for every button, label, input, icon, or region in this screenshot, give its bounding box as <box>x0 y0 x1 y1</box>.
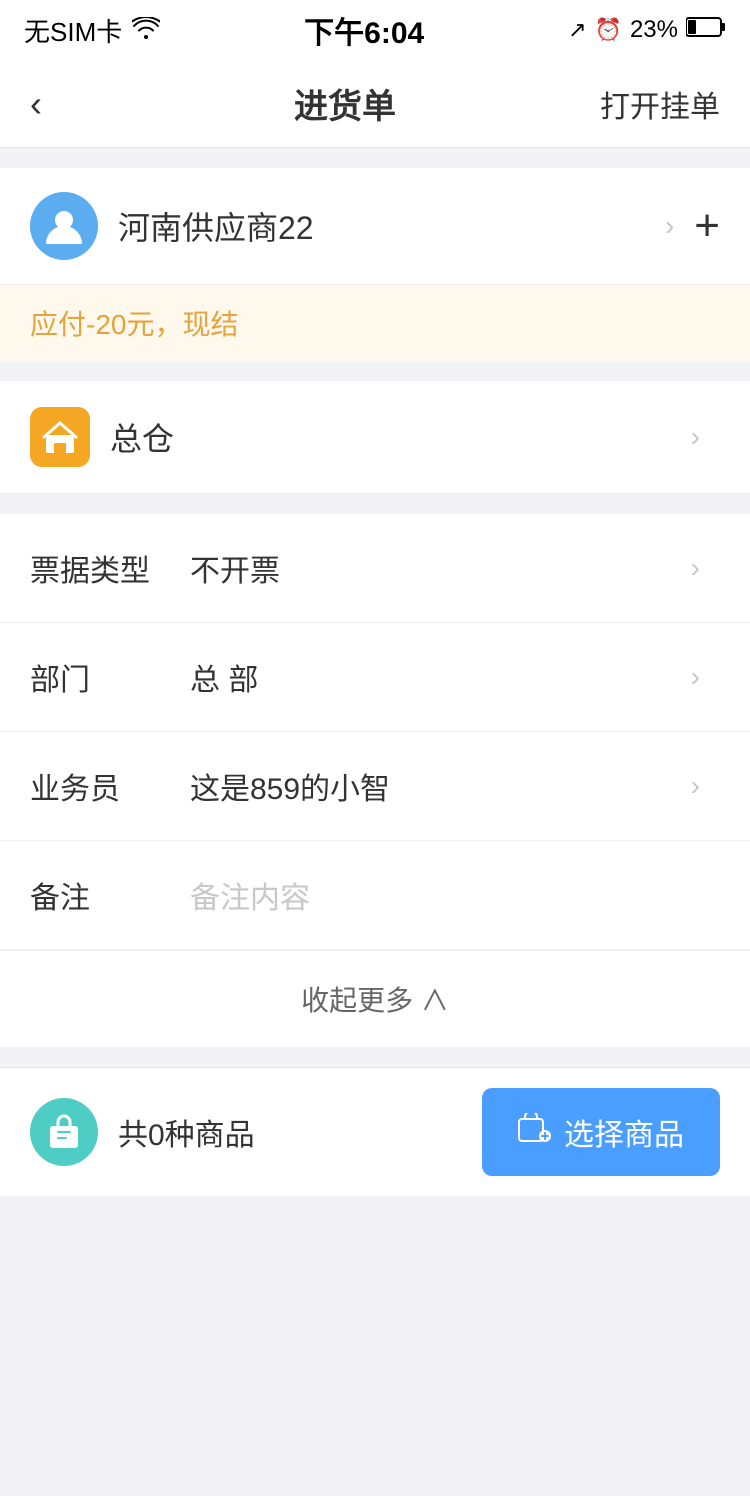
select-product-label: 选择商品 <box>564 1110 684 1154</box>
remark-row[interactable]: 备注 备注内容 <box>0 841 750 950</box>
wifi-icon <box>132 15 160 46</box>
ticket-type-value: 不开票 <box>170 546 691 590</box>
ticket-type-row[interactable]: 票据类型 不开票 › <box>0 514 750 623</box>
status-left: 无SIM卡 <box>24 12 160 49</box>
supplier-row[interactable]: 河南供应商22 › + <box>0 168 750 285</box>
battery-icon <box>686 16 726 45</box>
department-chevron-icon: › <box>691 661 700 693</box>
battery-label: 23% <box>630 16 678 44</box>
bottom-bar: 共0种商品 选择商品 <box>0 1067 750 1196</box>
supplier-name: 河南供应商22 <box>118 203 665 249</box>
salesperson-value: 这是859的小智 <box>170 764 691 808</box>
product-count: 共0种商品 <box>118 1110 482 1154</box>
remark-placeholder[interactable]: 备注内容 <box>170 873 720 917</box>
department-label: 部门 <box>30 655 170 699</box>
product-icon <box>30 1098 98 1166</box>
select-product-icon <box>518 1113 552 1151</box>
page-title: 进货单 <box>294 79 396 128</box>
warehouse-section: 总仓 › <box>0 381 750 494</box>
ticket-type-chevron-icon: › <box>691 552 700 584</box>
status-bar: 无SIM卡 下午6:04 ↗ ⏰ 23% <box>0 0 750 60</box>
network-label: 无SIM卡 <box>24 12 122 49</box>
collapse-bar[interactable]: 收起更多 ∧ <box>0 950 750 1047</box>
salesperson-chevron-icon: › <box>691 770 700 802</box>
nav-bar: ‹ 进货单 打开挂单 <box>0 60 750 148</box>
alarm-icon: ⏰ <box>595 17 622 43</box>
ticket-type-label: 票据类型 <box>30 546 170 590</box>
select-product-button[interactable]: 选择商品 <box>482 1088 720 1176</box>
back-button[interactable]: ‹ <box>30 83 90 125</box>
status-right: ↗ ⏰ 23% <box>568 16 726 45</box>
location-icon: ↗ <box>568 17 586 43</box>
section-gap-1 <box>0 148 750 168</box>
department-row[interactable]: 部门 总 部 › <box>0 623 750 732</box>
supplier-avatar <box>30 192 98 260</box>
status-time: 下午6:04 <box>304 8 424 52</box>
open-pending-button[interactable]: 打开挂单 <box>600 82 720 126</box>
form-section: 票据类型 不开票 › 部门 总 部 › 业务员 这是859的小智 › 备注 备注… <box>0 514 750 1047</box>
salesperson-label: 业务员 <box>30 764 170 808</box>
section-gap-2 <box>0 361 750 381</box>
section-gap-3 <box>0 494 750 514</box>
warehouse-icon <box>30 407 90 467</box>
notice-bar: 应付-20元，现结 <box>0 285 750 361</box>
department-value: 总 部 <box>170 655 691 699</box>
supplier-chevron-icon: › <box>665 210 674 242</box>
salesperson-row[interactable]: 业务员 这是859的小智 › <box>0 732 750 841</box>
supplier-section: 河南供应商22 › + 应付-20元，现结 <box>0 168 750 361</box>
notice-text: 应付-20元，现结 <box>30 309 238 340</box>
warehouse-chevron-icon: › <box>691 421 700 453</box>
add-supplier-button[interactable]: + <box>694 204 720 248</box>
warehouse-name: 总仓 <box>110 414 691 460</box>
section-gap-4 <box>0 1047 750 1067</box>
warehouse-row[interactable]: 总仓 › <box>0 381 750 494</box>
remark-label: 备注 <box>30 873 170 917</box>
collapse-label: 收起更多 ∧ <box>301 979 449 1019</box>
body-space <box>0 1196 750 1496</box>
